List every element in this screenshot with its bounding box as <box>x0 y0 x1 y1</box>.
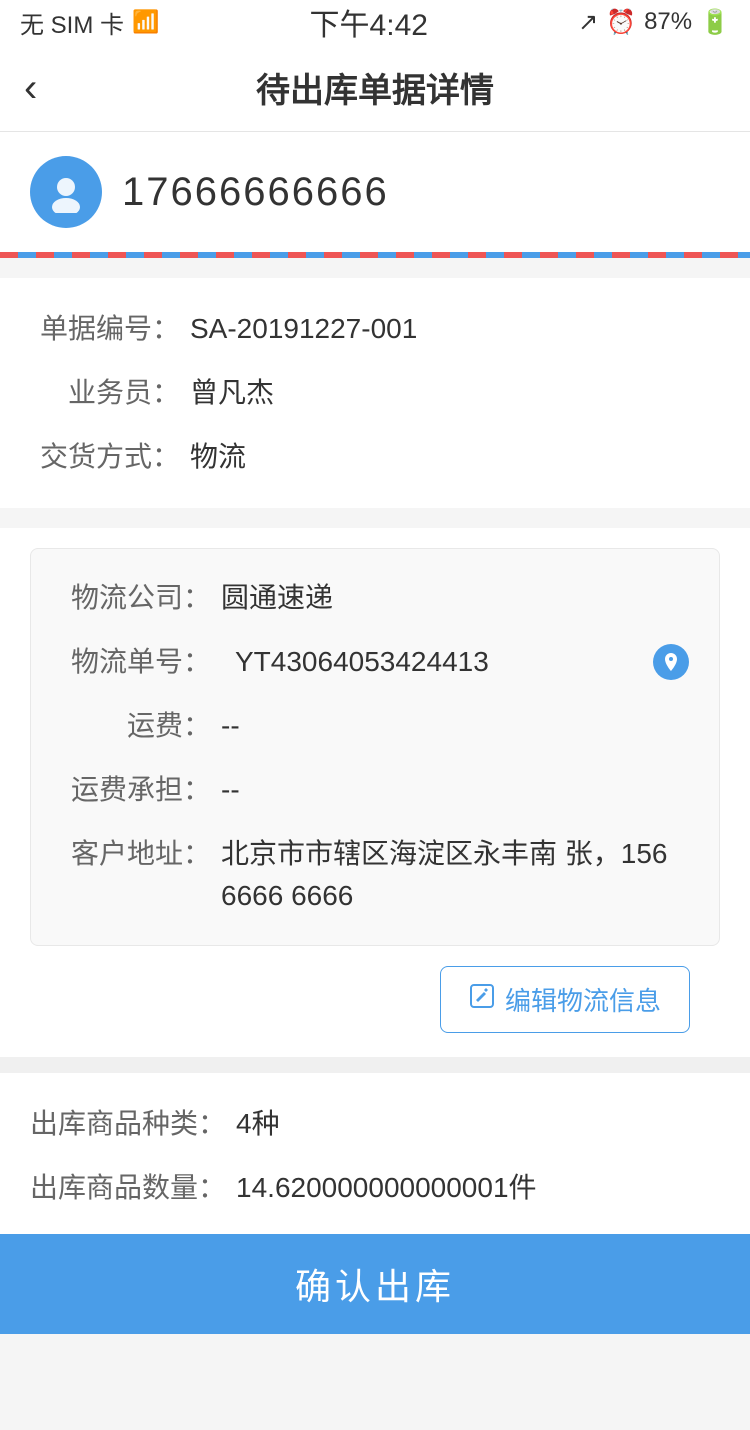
goods-section: 出库商品种类： 4种 出库商品数量： 14.620000000000001件 <box>0 1073 750 1239</box>
page-title: 待出库单据详情 <box>256 63 494 112</box>
status-time: 下午4:42 <box>310 0 428 44</box>
sim-label: 无 SIM 卡 <box>20 5 124 40</box>
freight-bearer-value: -- <box>221 769 689 811</box>
avatar <box>30 156 102 228</box>
edit-icon <box>469 983 495 1016</box>
order-info-section: 单据编号： SA-20191227-001 业务员： 曾凡杰 交货方式： 物流 <box>0 278 750 508</box>
freight-label: 运费： <box>61 705 221 747</box>
address-row: 客户地址： 北京市市辖区海淀区永丰南 张，156 6666 6666 <box>61 833 689 917</box>
logistics-company-label: 物流公司： <box>61 577 221 619</box>
status-bar: 无 SIM 卡 📶 下午4:42 ↗ ⏰ 87% 🔋 <box>0 0 750 44</box>
status-left: 无 SIM 卡 📶 <box>20 5 159 40</box>
goods-quantity-value: 14.620000000000001件 <box>236 1167 720 1209</box>
logistics-section: 物流公司： 圆通速递 物流单号： YT43064053424413 运费： --… <box>0 528 750 1057</box>
battery-label: 87% <box>644 8 692 36</box>
status-right: ↗ ⏰ 87% 🔋 <box>578 8 730 37</box>
alarm-icon: ⏰ <box>606 8 636 37</box>
order-no-value: SA-20191227-001 <box>190 308 720 350</box>
battery-icon: 🔋 <box>700 8 730 37</box>
order-no-row: 单据编号： SA-20191227-001 <box>30 308 720 350</box>
freight-bearer-row: 运费承担： -- <box>61 769 689 811</box>
customer-phone: 17666666666 <box>122 170 389 215</box>
location-status-icon: ↗ <box>578 8 598 37</box>
order-no-label: 单据编号： <box>30 308 190 350</box>
address-value: 北京市市辖区海淀区永丰南 张，156 6666 6666 <box>221 833 689 917</box>
logistics-tracking-label: 物流单号： <box>61 641 221 683</box>
goods-type-label: 出库商品种类： <box>30 1103 236 1145</box>
nav-bar: ‹ 待出库单据详情 <box>0 44 750 132</box>
logistics-tracking-row: 物流单号： YT43064053424413 <box>61 641 689 683</box>
freight-bearer-label: 运费承担： <box>61 769 221 811</box>
back-button[interactable]: ‹ <box>24 68 37 108</box>
dashed-separator <box>0 252 750 258</box>
goods-quantity-label: 出库商品数量： <box>30 1167 236 1209</box>
salesman-label: 业务员： <box>30 372 190 414</box>
address-label: 客户地址： <box>61 833 221 875</box>
customer-header: 17666666666 <box>0 132 750 252</box>
delivery-value: 物流 <box>190 436 720 478</box>
logistics-company-row: 物流公司： 圆通速递 <box>61 577 689 619</box>
delivery-label: 交货方式： <box>30 436 190 478</box>
logistics-company-value: 圆通速递 <box>221 577 689 619</box>
goods-quantity-row: 出库商品数量： 14.620000000000001件 <box>30 1167 720 1209</box>
confirm-label: 确认出库 <box>295 1258 455 1310</box>
salesman-value: 曾凡杰 <box>190 372 720 414</box>
goods-type-value: 4种 <box>236 1103 720 1145</box>
goods-type-row: 出库商品种类： 4种 <box>30 1103 720 1145</box>
freight-row: 运费： -- <box>61 705 689 747</box>
edit-logistics-label: 编辑物流信息 <box>505 981 661 1018</box>
edit-btn-row: 编辑物流信息 <box>30 966 720 1057</box>
confirm-button[interactable]: 确认出库 <box>0 1234 750 1334</box>
edit-logistics-button[interactable]: 编辑物流信息 <box>440 966 690 1033</box>
logistics-card: 物流公司： 圆通速递 物流单号： YT43064053424413 运费： --… <box>30 548 720 946</box>
salesman-row: 业务员： 曾凡杰 <box>30 372 720 414</box>
wifi-icon: 📶 <box>132 9 159 35</box>
delivery-row: 交货方式： 物流 <box>30 436 720 478</box>
map-pin-icon[interactable] <box>653 644 689 680</box>
freight-value: -- <box>221 705 689 747</box>
section-divider <box>0 1057 750 1073</box>
logistics-tracking-value: YT43064053424413 <box>235 641 639 683</box>
